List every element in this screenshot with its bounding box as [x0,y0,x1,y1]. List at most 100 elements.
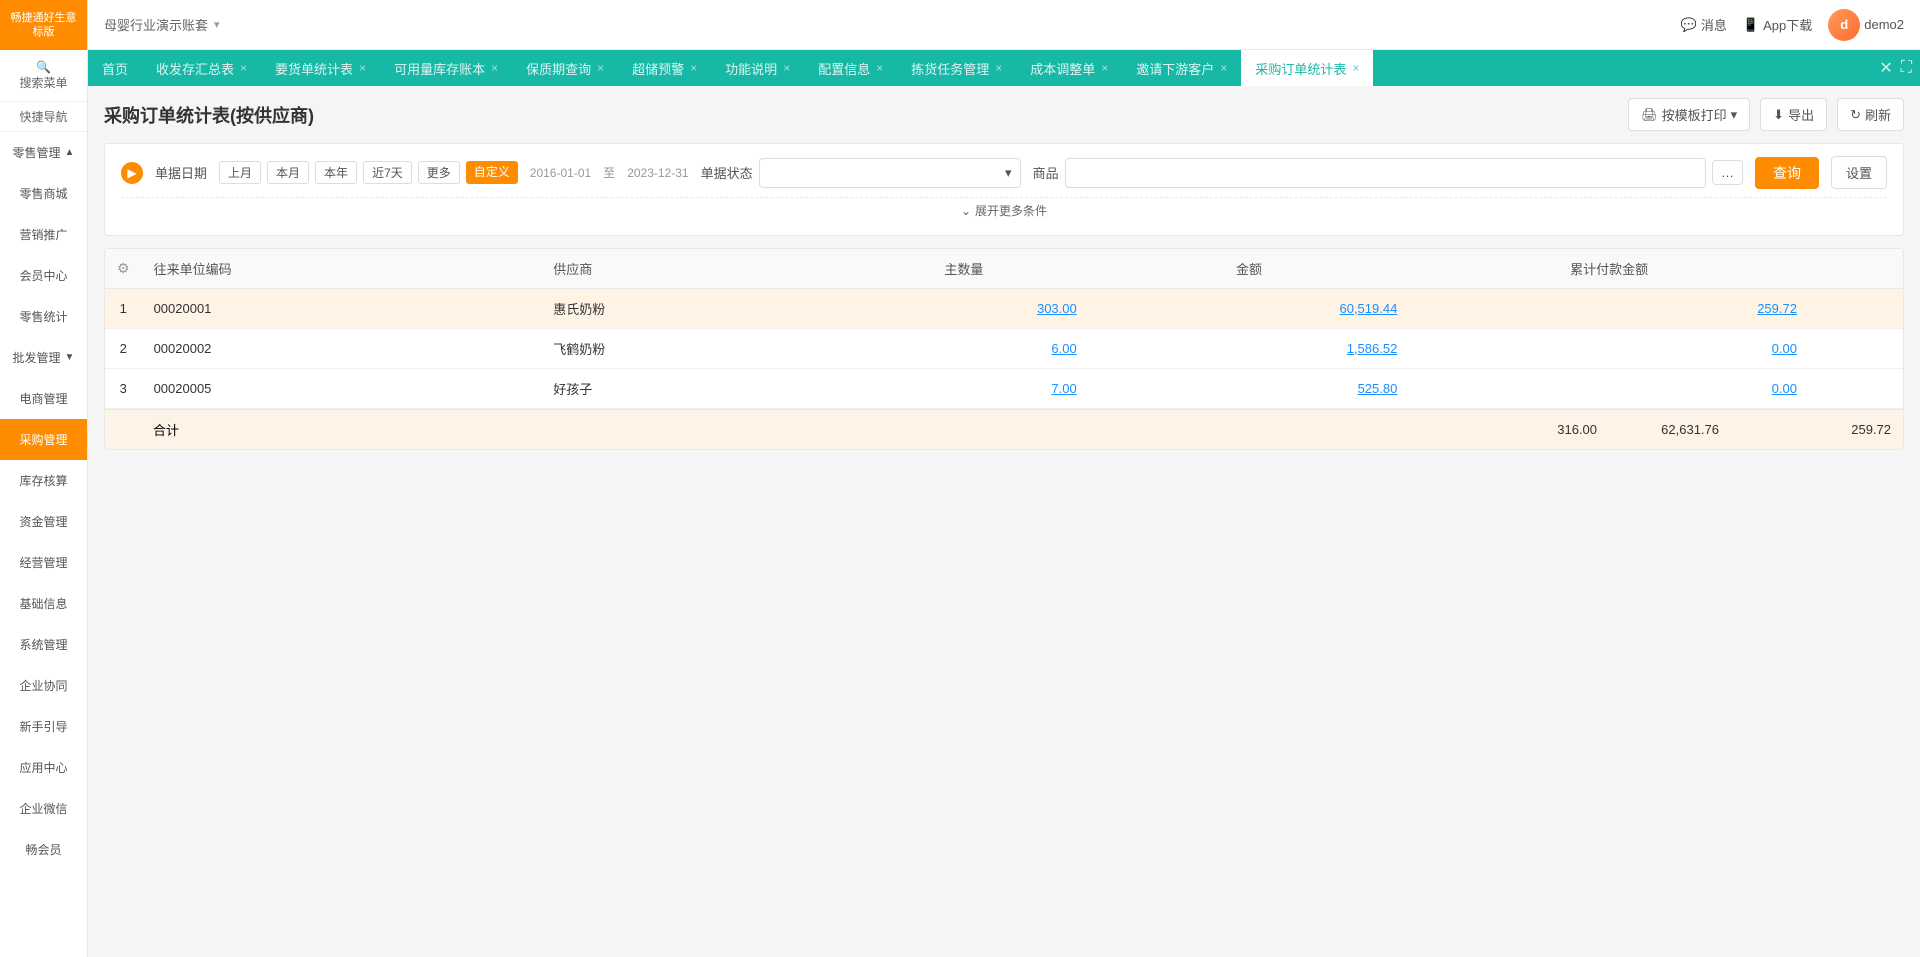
tab-purchase-order-summary[interactable]: 采购订单统计表 × [1241,50,1373,86]
breadcrumb-dropdown-icon[interactable]: ▾ [214,18,220,31]
date-quick-buttons: 上月 本月 本年 近7天 更多 自定义 [219,161,518,184]
refresh-button[interactable]: ↻ 刷新 [1837,98,1904,131]
filter-collapse-button[interactable]: ▶ [121,162,143,184]
tab-close-function-desc[interactable]: × [783,61,790,75]
tab-bar: 首页 收发存汇总表 × 要货单统计表 × 可用量库存账本 × 保质期查询 × 超… [88,50,1920,86]
expand-more-button[interactable]: ⌄ 展开更多条件 [961,202,1047,219]
sidebar-item-enterprise-wechat[interactable]: 企业微信 [0,788,87,829]
date-btn-this-month[interactable]: 本月 [267,161,309,184]
tab-home[interactable]: 首页 [88,50,142,86]
sidebar-item-operation[interactable]: 经营管理 [0,542,87,583]
col-header-cumulative-paid: 累计付款金额 [1409,249,1809,289]
row-main-qty[interactable]: 6.00 [839,329,1089,369]
search-icon: 🔍 [8,60,79,74]
main-area: 母婴行业演示账套 ▾ 💬 消息 📱 App下载 d demo2 首页 [88,0,1920,957]
settings-button[interactable]: 设置 [1831,156,1887,189]
sidebar-item-retail-mall[interactable]: 零售商城 [0,173,87,214]
tab-close-all-button[interactable]: ✕ [1879,58,1892,78]
goods-filter-label: 商品 [1033,163,1059,182]
row-cumulative-paid[interactable]: 259.72 [1409,289,1809,329]
tab-receive-summary[interactable]: 收发存汇总表 × [142,50,261,86]
table-row[interactable]: 3 00020005 好孩子 7.00 525.80 0.00 [105,369,1903,409]
sidebar-item-quick-nav[interactable]: 快捷导航 [0,102,87,132]
content-area: 采购订单统计表(按供应商) 🖨 按模板打印 ▾ ⬇ 导出 ↻ 刷新 [88,86,1920,957]
page-title: 采购订单统计表(按供应商) [104,102,314,128]
sidebar-item-member[interactable]: 会员中心 [0,255,87,296]
query-button[interactable]: 查询 [1755,157,1819,189]
table-row[interactable]: 2 00020002 飞鹤奶粉 6.00 1,586.52 0.00 [105,329,1903,369]
tab-close-cost-adjust[interactable]: × [1101,61,1108,75]
export-button[interactable]: ⬇ 导出 [1760,98,1827,131]
goods-filter: 商品 … [1033,158,1743,188]
date-custom-tag[interactable]: 自定义 [466,161,518,184]
table-row[interactable]: 1 00020001 惠氏奶粉 303.00 60,519.44 259.72 [105,289,1903,329]
tab-config-info[interactable]: 配置信息 × [804,50,897,86]
breadcrumb-text: 母婴行业演示账套 [104,15,208,34]
date-from[interactable]: 2016-01-01 [530,166,591,180]
row-main-qty[interactable]: 7.00 [839,369,1089,409]
tab-validity-query[interactable]: 保质期查询 × [512,50,618,86]
date-to[interactable]: 2023-12-31 [627,166,688,180]
sidebar-item-basic-info[interactable]: 基础信息 [0,583,87,624]
tab-available-stock[interactable]: 可用量库存账本 × [380,50,512,86]
date-btn-last-7-days[interactable]: 近7天 [363,161,412,184]
goods-input[interactable] [1065,158,1706,188]
footer-amount: 62,631.76 [1609,422,1719,437]
tab-close-receive-summary[interactable]: × [240,61,247,75]
sidebar-item-enterprise[interactable]: 企业协同 [0,665,87,706]
app-download-button[interactable]: 📱 App下载 [1743,15,1812,34]
print-icon: 🖨 [1641,107,1658,123]
sidebar-item-marketing[interactable]: 营销推广 [0,214,87,255]
row-amount[interactable]: 525.80 [1089,369,1410,409]
row-main-qty[interactable]: 303.00 [839,289,1089,329]
tab-bar-end: ✕ ⛶ [1879,58,1920,78]
tab-close-overstock-warning[interactable]: × [690,61,697,75]
app-logo-text: 畅捷通好生意 标版 [11,11,77,40]
column-settings-icon[interactable]: ⚙ [117,260,130,276]
status-select[interactable]: ▾ [759,158,1021,188]
tab-close-requisition-summary[interactable]: × [359,61,366,75]
sidebar-item-wholesale[interactable]: 批发管理 ▼ [0,337,87,378]
page-header: 采购订单统计表(按供应商) 🖨 按模板打印 ▾ ⬇ 导出 ↻ 刷新 [104,98,1904,131]
tab-close-available-stock[interactable]: × [491,61,498,75]
sidebar-item-system[interactable]: 系统管理 [0,624,87,665]
col-header-supplier: 供应商 [541,249,839,289]
sidebar-item-finance[interactable]: 资金管理 [0,501,87,542]
tab-overstock-warning[interactable]: 超储预警 × [618,50,711,86]
sidebar-item-purchase[interactable]: 采购管理 [0,419,87,460]
row-amount[interactable]: 60,519.44 [1089,289,1410,329]
message-button[interactable]: 💬 消息 [1681,15,1727,34]
sidebar-item-app-center[interactable]: 应用中心 [0,747,87,788]
sidebar-item-new-guide[interactable]: 新手引导 [0,706,87,747]
date-btn-last-month[interactable]: 上月 [219,161,261,184]
page-actions: 🖨 按模板打印 ▾ ⬇ 导出 ↻ 刷新 [1628,98,1904,131]
user-profile-button[interactable]: d demo2 [1828,9,1904,41]
tab-fullscreen-button[interactable]: ⛶ [1901,59,1912,77]
date-btn-this-year[interactable]: 本年 [315,161,357,184]
tab-invite-downstream[interactable]: 邀请下游客户 × [1122,50,1241,86]
sidebar-item-search[interactable]: 🔍 搜索菜单 [0,50,87,102]
row-amount[interactable]: 1,586.52 [1089,329,1410,369]
row-cumulative-paid[interactable]: 0.00 [1409,369,1809,409]
tab-cost-adjust[interactable]: 成本调整单 × [1016,50,1122,86]
goods-more-button[interactable]: … [1712,160,1743,185]
tab-close-purchase-order-summary[interactable]: × [1352,61,1359,75]
tab-requisition-summary[interactable]: 要货单统计表 × [261,50,380,86]
sidebar-item-retail[interactable]: 零售管理 ▲ [0,132,87,173]
tab-close-config-info[interactable]: × [876,61,883,75]
tab-close-validity-query[interactable]: × [597,61,604,75]
sidebar-item-member2[interactable]: 畅会员 [0,829,87,870]
row-cumulative-paid[interactable]: 0.00 [1409,329,1809,369]
row-index: 2 [105,329,142,369]
sidebar-item-retail-stat[interactable]: 零售统计 [0,296,87,337]
sidebar-item-ecommerce[interactable]: 电商管理 [0,378,87,419]
tab-pick-task[interactable]: 拣货任务管理 × [897,50,1016,86]
row-extra [1809,329,1903,369]
date-btn-more[interactable]: 更多 [418,161,460,184]
sidebar-item-inventory[interactable]: 库存核算 [0,460,87,501]
row-supplier: 好孩子 [541,369,839,409]
tab-function-desc[interactable]: 功能说明 × [711,50,804,86]
template-print-button[interactable]: 🖨 按模板打印 ▾ [1628,98,1750,131]
tab-close-pick-task[interactable]: × [995,61,1002,75]
tab-close-invite-downstream[interactable]: × [1220,61,1227,75]
